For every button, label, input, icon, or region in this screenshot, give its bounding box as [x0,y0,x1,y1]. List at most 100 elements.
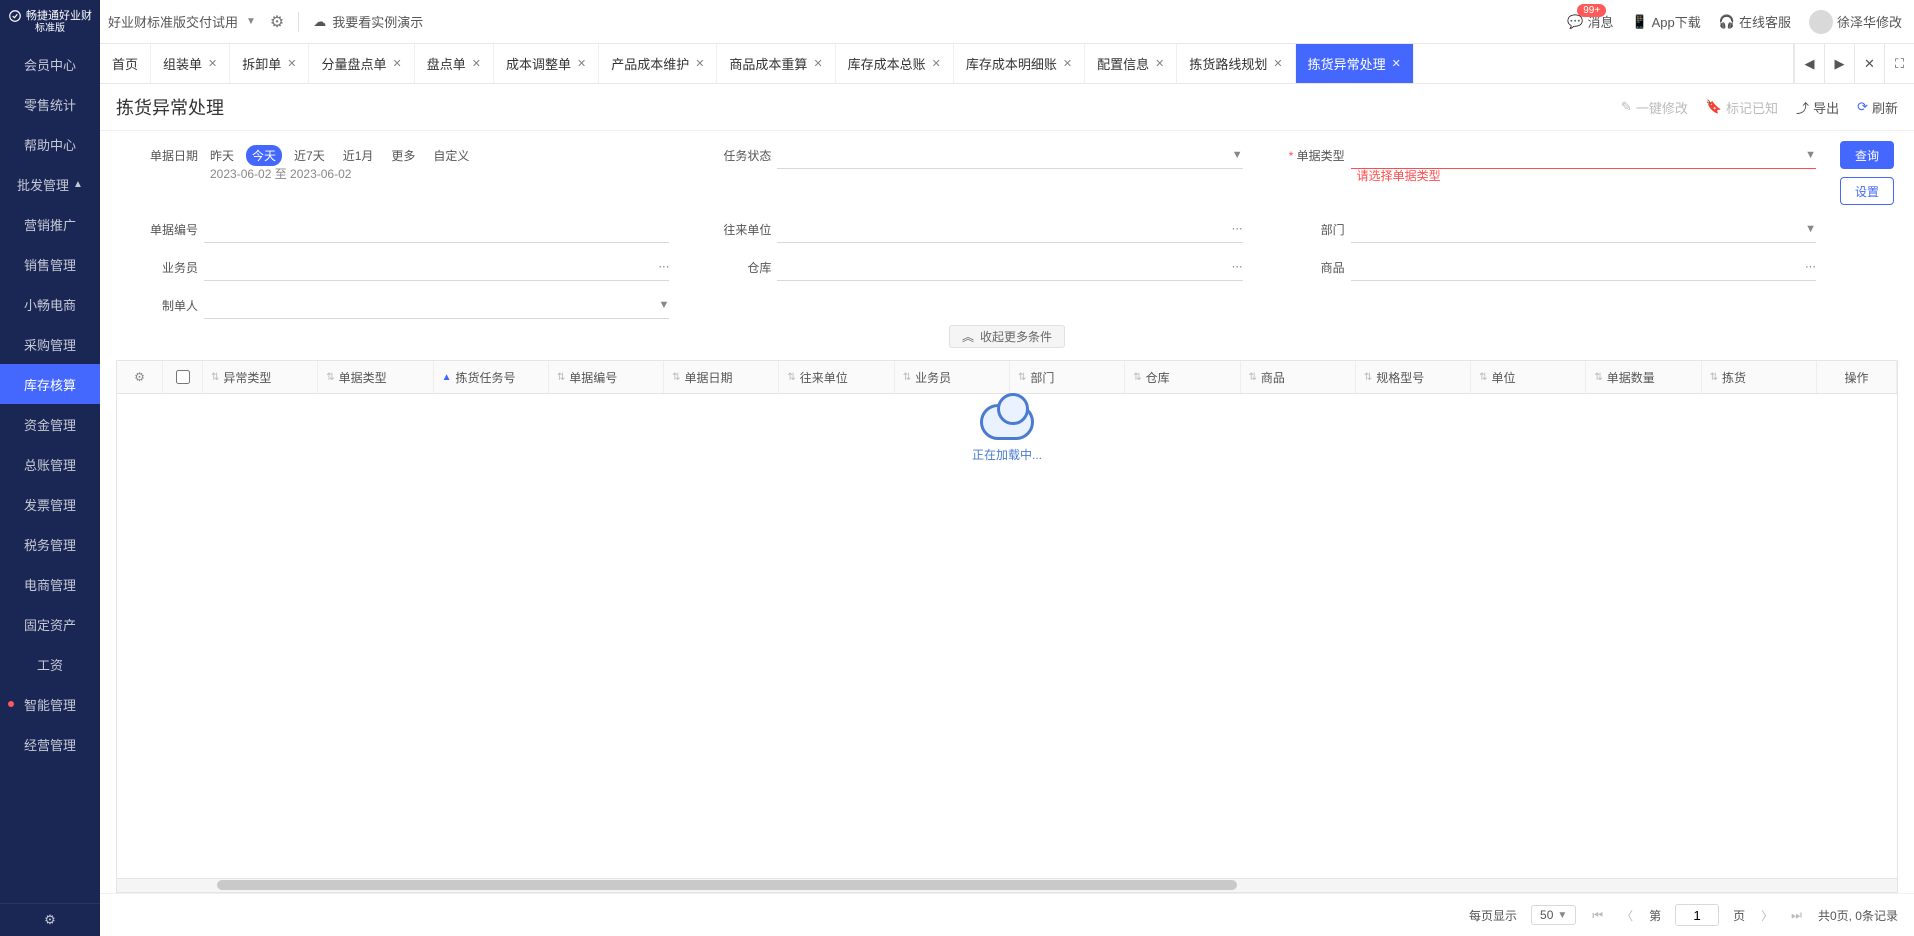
table-column-header[interactable]: ▲拣货任务号 [434,361,549,393]
horizontal-scrollbar-thumb[interactable] [217,880,1237,890]
table-settings-gear[interactable]: ⚙ [117,361,163,393]
table-column-header[interactable]: ⇅单据数量 [1586,361,1701,393]
sidebar-item[interactable]: 小畅电商 [0,284,100,324]
table-column-header[interactable]: ⇅异常类型 [203,361,318,393]
tabs-scroll-right[interactable]: ▶ [1824,44,1854,84]
next-page-button[interactable]: 〉 [1759,907,1775,924]
table-column-header[interactable]: ⇅单据类型 [318,361,433,393]
sidebar-item[interactable]: 库存核算 [0,364,100,404]
maker-select[interactable]: ▼ [204,291,669,319]
table-column-header[interactable]: ⇅单据日期 [664,361,779,393]
close-icon[interactable]: ✕ [1392,57,1401,70]
close-icon[interactable]: ✕ [287,57,296,70]
prev-page-button[interactable]: 〈 [1619,907,1635,924]
close-icon[interactable]: ✕ [1063,57,1072,70]
close-icon[interactable]: ✕ [932,57,941,70]
sidebar-item[interactable]: 总账管理 [0,444,100,484]
tabs-close-all[interactable]: ✕ [1854,44,1884,84]
online-service-link[interactable]: 🎧 在线客服 [1719,12,1791,31]
table-column-header[interactable]: ⇅仓库 [1125,361,1240,393]
table-select-all[interactable] [163,361,203,393]
table-column-header[interactable]: ⇅拣货 [1702,361,1817,393]
horizontal-scrollbar[interactable] [116,879,1898,893]
doc-type-select[interactable]: ▼ [1351,141,1816,169]
table-column-header[interactable]: ⇅往来单位 [779,361,894,393]
counterparty-input[interactable]: ⋯ [777,215,1242,243]
warehouse-input[interactable]: ⋯ [777,253,1242,281]
per-page-select[interactable]: 50 ▼ [1531,905,1576,925]
tab[interactable]: 拣货异常处理✕ [1296,44,1414,83]
demo-link[interactable]: ☁ 我要看实例演示 [313,12,423,31]
table-column-header[interactable]: ⇅单位 [1471,361,1586,393]
sidebar-item[interactable]: 税务管理 [0,524,100,564]
sidebar-item[interactable]: 零售统计 [0,84,100,124]
close-icon[interactable]: ✕ [472,57,481,70]
user-menu[interactable]: 徐泽华修改 [1809,10,1902,34]
tab[interactable]: 商品成本重算✕ [717,44,835,83]
tab[interactable]: 成本调整单✕ [494,44,599,83]
first-page-button[interactable]: ⏮ [1590,908,1605,923]
collapse-filters-button[interactable]: ︽ 收起更多条件 [949,325,1065,348]
export-button[interactable]: ⤴ 导出 [1796,98,1839,117]
sidebar-item[interactable]: 批发管理▲ [0,164,100,204]
sidebar-item[interactable]: 智能管理 [0,684,100,724]
table-column-header[interactable]: ⇅部门 [1010,361,1125,393]
close-icon[interactable]: ✕ [1273,57,1282,70]
date-range-option[interactable]: 近1月 [337,145,380,166]
sidebar-item[interactable]: 营销推广 [0,204,100,244]
sidebar-settings-gear[interactable]: ⚙ [0,903,100,936]
tab[interactable]: 首页 [100,44,151,83]
sidebar-item[interactable]: 经营管理 [0,724,100,764]
select-all-checkbox[interactable] [176,370,190,384]
date-range-option[interactable]: 昨天 [204,145,240,166]
close-icon[interactable]: ✕ [577,57,586,70]
tab[interactable]: 分量盘点单✕ [309,44,414,83]
sidebar-item[interactable]: 资金管理 [0,404,100,444]
date-range-option[interactable]: 今天 [246,145,282,166]
tabs-fullscreen[interactable]: ⛶ [1884,44,1914,84]
messages-link[interactable]: 💬 99+ 消息 [1567,12,1613,31]
date-range-option[interactable]: 近7天 [288,145,331,166]
tab[interactable]: 配置信息✕ [1085,44,1177,83]
close-icon[interactable]: ✕ [813,57,822,70]
search-button[interactable]: 查询 [1840,141,1894,169]
page-input[interactable] [1675,904,1719,926]
app-download-link[interactable]: 📱 App下载 [1631,12,1700,31]
close-icon[interactable]: ✕ [1155,57,1164,70]
sidebar-item[interactable]: 电商管理 [0,564,100,604]
close-icon[interactable]: ✕ [393,57,402,70]
sidebar-item[interactable]: 固定资产 [0,604,100,644]
gear-icon[interactable]: ⚙ [270,12,284,32]
sidebar-item[interactable]: 采购管理 [0,324,100,364]
product-name-select[interactable]: 好业财标准版交付试用 ▼ [108,12,256,31]
sidebar-item[interactable]: 工资 [0,644,100,684]
sidebar-item[interactable]: 会员中心 [0,44,100,84]
refresh-button[interactable]: ⟳ 刷新 [1857,98,1898,117]
table-column-header[interactable]: ⇅单据编号 [549,361,664,393]
salesman-input[interactable]: ⋯ [204,253,669,281]
department-select[interactable]: ▼ [1351,215,1816,243]
tabs-scroll-left[interactable]: ◀ [1794,44,1824,84]
table-column-header[interactable]: ⇅业务员 [895,361,1010,393]
tab[interactable]: 拆卸单✕ [230,44,309,83]
last-page-button[interactable]: ⏭ [1789,908,1804,923]
table-column-header[interactable]: ⇅规格型号 [1356,361,1471,393]
close-icon[interactable]: ✕ [695,57,704,70]
sidebar-item[interactable]: 销售管理 [0,244,100,284]
tab[interactable]: 盘点单✕ [415,44,494,83]
goods-input[interactable]: ⋯ [1351,253,1816,281]
sidebar-item[interactable]: 帮助中心 [0,124,100,164]
tab[interactable]: 组装单✕ [151,44,230,83]
tab[interactable]: 产品成本维护✕ [599,44,717,83]
doc-no-input[interactable] [204,215,669,243]
task-status-select[interactable]: ▼ [777,141,1242,169]
close-icon[interactable]: ✕ [208,57,217,70]
tab[interactable]: 拣货路线规划✕ [1177,44,1295,83]
date-range-option[interactable]: 更多 [385,145,421,166]
tab[interactable]: 库存成本总账✕ [836,44,954,83]
tab[interactable]: 库存成本明细账✕ [954,44,1085,83]
settings-button[interactable]: 设置 [1840,177,1894,205]
sidebar-item[interactable]: 发票管理 [0,484,100,524]
table-column-header[interactable]: ⇅商品 [1241,361,1356,393]
date-range-option[interactable]: 自定义 [427,145,475,166]
